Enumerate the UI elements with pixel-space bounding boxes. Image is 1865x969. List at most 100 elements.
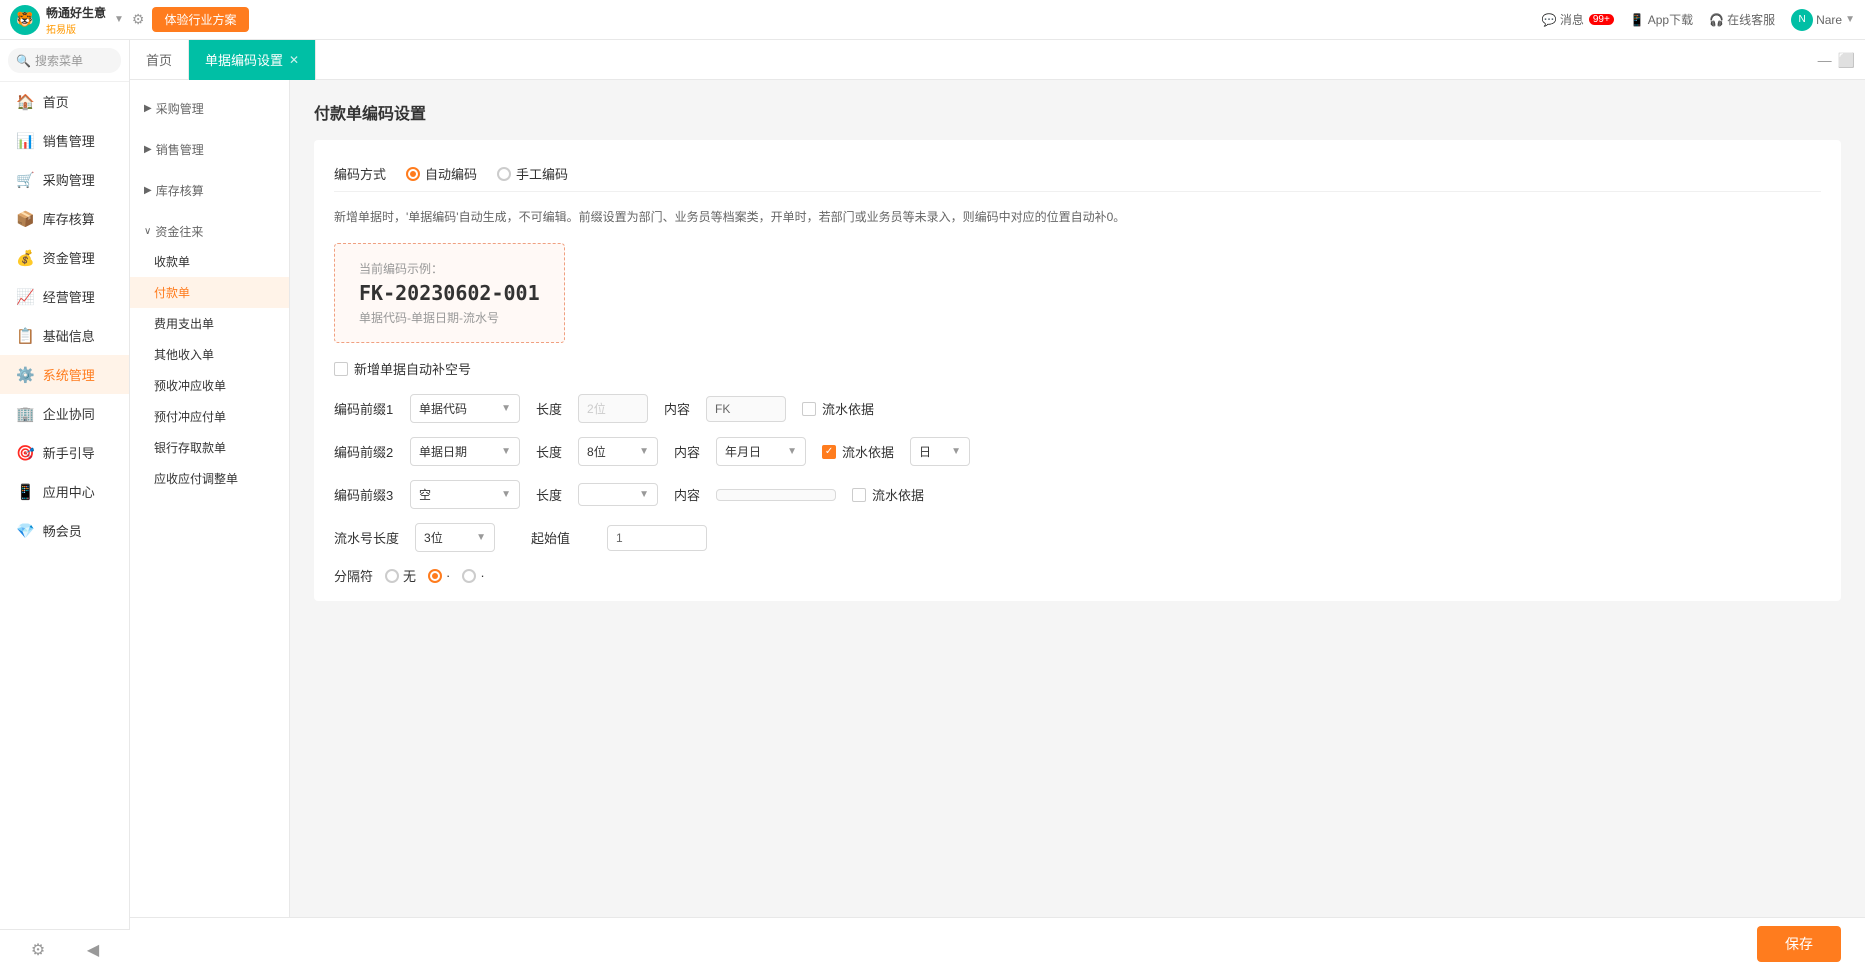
- prefix3-select[interactable]: 空 ▼: [410, 480, 520, 509]
- preview-box: 当前编码示例： FK-20230602-001 单据代码-单据日期-流水号: [334, 243, 565, 343]
- sec-group-capital-title[interactable]: ∨ 资金往来: [130, 217, 289, 246]
- auto-encode-option[interactable]: 自动编码: [406, 164, 477, 183]
- tab-encoding-settings[interactable]: 单据编码设置 ✕: [189, 40, 316, 80]
- prefix2-serial-checkbox[interactable]: ✓: [822, 445, 836, 459]
- sec-group-purchase-title[interactable]: ▶ 采购管理: [130, 94, 289, 123]
- sec-item-other-income[interactable]: 其他收入单: [130, 339, 289, 370]
- prefix3-length-select[interactable]: ▼: [578, 483, 658, 506]
- collapse-arrow-purchase: ▶: [144, 103, 152, 114]
- prefix1-dropdown-icon: ▼: [501, 403, 511, 414]
- sidebar-item-apps[interactable]: 📱 应用中心: [0, 472, 129, 511]
- prefix1-select[interactable]: 单据代码 ▼: [410, 394, 520, 423]
- start-value-input[interactable]: 1: [607, 525, 707, 551]
- sec-item-expense[interactable]: 费用支出单: [130, 308, 289, 339]
- prefix3-content-value: [716, 489, 836, 501]
- prefix2-serial-label: 流水依据: [842, 442, 894, 461]
- service-icon: 🎧: [1709, 13, 1724, 27]
- sec-group-inventory: ▶ 库存核算: [130, 170, 289, 211]
- auto-encode-radio[interactable]: [406, 167, 420, 181]
- sec-item-bank[interactable]: 银行存取款单: [130, 432, 289, 463]
- prefix2-length-select[interactable]: 8位 ▼: [578, 437, 658, 466]
- message-icon: 💬: [1542, 13, 1557, 27]
- home-icon: 🏠: [16, 93, 35, 111]
- sec-item-receipt[interactable]: 收款单: [130, 246, 289, 277]
- tab-close-icon[interactable]: ✕: [289, 53, 299, 67]
- prefix1-label: 编码前缀1: [334, 399, 394, 418]
- search-icon: 🔍: [16, 54, 31, 68]
- operations-icon: 📈: [16, 288, 35, 306]
- prefix1-serial-label: 流水依据: [822, 399, 874, 418]
- user-menu[interactable]: N Nare ▼: [1791, 9, 1855, 31]
- prefix1-serial-row: 流水依据: [802, 399, 874, 418]
- user-dropdown-icon: ▼: [1845, 14, 1855, 25]
- prefix1-serial-checkbox[interactable]: [802, 402, 816, 416]
- sidebar-item-purchase[interactable]: 🛒 采购管理: [0, 160, 129, 199]
- maximize-button[interactable]: ⬜: [1838, 52, 1855, 69]
- main-content: ▶ 采购管理 ▶ 销售管理 ▶ 库存核算 ∨ 资金往来 收款单 付款单 费用支出…: [130, 80, 1865, 969]
- sidebar-item-member[interactable]: 💎 畅会员: [0, 511, 129, 550]
- sidebar-item-inventory[interactable]: 📦 库存核算: [0, 199, 129, 238]
- sec-item-advance-offset[interactable]: 预付冲应付单: [130, 401, 289, 432]
- sep-dot1-radio[interactable]: [428, 569, 442, 583]
- prefix2-length-label: 长度: [536, 442, 562, 461]
- sep-none-radio[interactable]: [385, 569, 399, 583]
- search-input-wrapper[interactable]: 🔍 搜索菜单: [8, 48, 121, 73]
- prefix2-content-dropdown-icon: ▼: [787, 446, 797, 457]
- manual-encode-radio[interactable]: [497, 167, 511, 181]
- prefix3-length-label: 长度: [536, 485, 562, 504]
- prefix1-row: 编码前缀1 单据代码 ▼ 长度 2位 内容 FK 流水依据: [334, 394, 1821, 423]
- prefix2-label: 编码前缀2: [334, 442, 394, 461]
- separator-label: 分隔符: [334, 566, 373, 585]
- collapse-arrow-capital: ∨: [144, 226, 151, 237]
- manual-encode-option[interactable]: 手工编码: [497, 164, 568, 183]
- minimize-button[interactable]: —: [1818, 52, 1832, 68]
- prefix2-content-label: 内容: [674, 442, 700, 461]
- sep-option-dot1[interactable]: ·: [428, 568, 450, 583]
- sales-icon: 📊: [16, 132, 35, 150]
- system-icon: ⚙️: [16, 366, 35, 384]
- sep-option-none[interactable]: 无: [385, 566, 416, 585]
- brand-icon: 🐯: [10, 5, 40, 35]
- sec-group-inventory-title[interactable]: ▶ 库存核算: [130, 176, 289, 205]
- sec-group-sales-title[interactable]: ▶ 销售管理: [130, 135, 289, 164]
- sidebar-item-basic-info[interactable]: 📋 基础信息: [0, 316, 129, 355]
- sidebar-item-system[interactable]: ⚙️ 系统管理: [0, 355, 129, 394]
- sidebar-item-enterprise[interactable]: 🏢 企业协同: [0, 394, 129, 433]
- prefix2-serial-unit-select[interactable]: 日 ▼: [910, 437, 970, 466]
- sidebar-item-finance[interactable]: 💰 资金管理: [0, 238, 129, 277]
- sep-option-dot2[interactable]: ·: [462, 568, 484, 583]
- sidebar-item-guide[interactable]: 🎯 新手引导: [0, 433, 129, 472]
- collapse-arrow-inventory: ▶: [144, 185, 152, 196]
- collapse-icon[interactable]: ◀: [87, 940, 99, 960]
- auto-fill-checkbox[interactable]: [334, 362, 348, 376]
- prefix2-select[interactable]: 单据日期 ▼: [410, 437, 520, 466]
- page-title: 付款单编码设置: [314, 100, 1841, 124]
- sidebar-item-sales[interactable]: 📊 销售管理: [0, 121, 129, 160]
- serial-length-select[interactable]: 3位 ▼: [415, 523, 495, 552]
- sidebar-item-operations[interactable]: 📈 经营管理: [0, 277, 129, 316]
- tab-home[interactable]: 首页: [130, 40, 189, 80]
- save-button[interactable]: 保存: [1757, 926, 1841, 962]
- sidebar-item-home[interactable]: 🏠 首页: [0, 82, 129, 121]
- top-bar-left: 🐯 畅通好生意 拓易版 ▼ ⚙ 体验行业方案: [10, 4, 249, 36]
- sec-item-prepay-offset[interactable]: 预收冲应收单: [130, 370, 289, 401]
- sec-item-payment[interactable]: 付款单: [130, 277, 289, 308]
- sec-group-capital: ∨ 资金往来 收款单 付款单 费用支出单 其他收入单 预收冲应收单 预付冲应付单…: [130, 211, 289, 500]
- prefix2-content-select[interactable]: 年月日 ▼: [716, 437, 806, 466]
- settings-bottom-icon[interactable]: ⚙: [31, 940, 45, 960]
- trial-button[interactable]: 体验行业方案: [152, 7, 248, 32]
- brand-dropdown-icon[interactable]: ▼: [114, 14, 124, 25]
- prefix3-serial-label: 流水依据: [872, 485, 924, 504]
- member-icon: 💎: [16, 522, 35, 540]
- online-service-button[interactable]: 🎧 在线客服: [1709, 11, 1775, 28]
- sep-dot2-radio[interactable]: [462, 569, 476, 583]
- prefix3-serial-checkbox[interactable]: [852, 488, 866, 502]
- inventory-icon: 📦: [16, 210, 35, 228]
- settings-icon[interactable]: ⚙: [132, 11, 145, 28]
- message-button[interactable]: 💬 消息 99+: [1542, 11, 1614, 28]
- content-area: 付款单编码设置 编码方式 自动编码 手工编码 新增单据时，'单据编码'自动生成，…: [290, 80, 1865, 969]
- encoding-mode-row: 编码方式 自动编码 手工编码: [334, 156, 1821, 192]
- prefix3-serial-row: 流水依据: [852, 485, 924, 504]
- app-download-button[interactable]: 📱 App下载: [1630, 11, 1693, 28]
- sec-item-adjust[interactable]: 应收应付调整单: [130, 463, 289, 494]
